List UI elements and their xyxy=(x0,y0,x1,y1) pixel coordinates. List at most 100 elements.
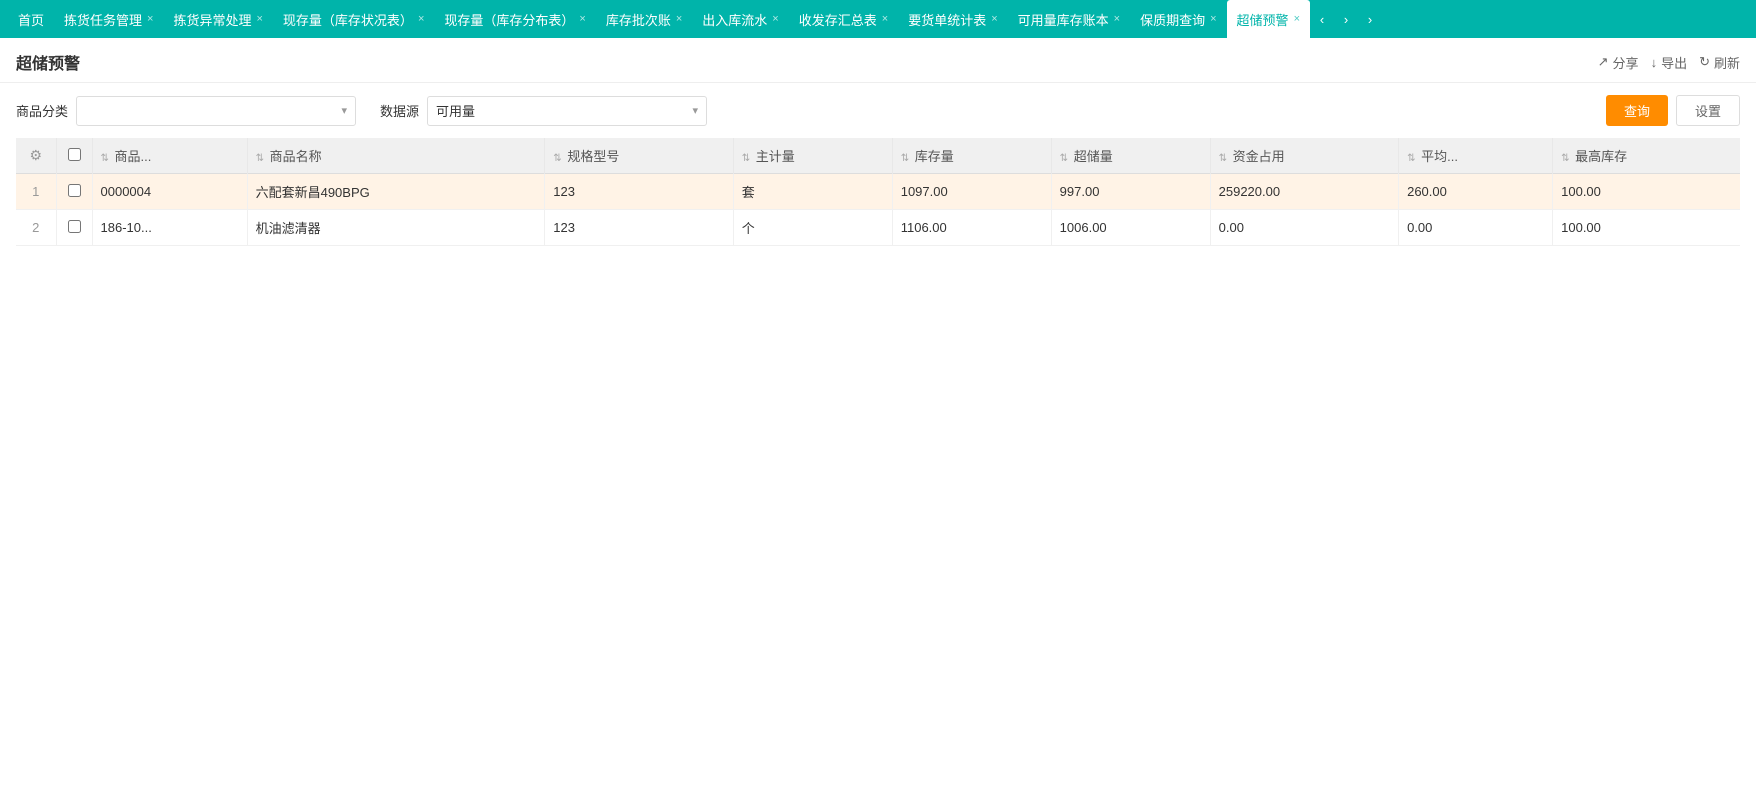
sort-icon: ⇅ xyxy=(1407,153,1415,164)
nav-item-summary[interactable]: 收发存汇总表 × xyxy=(789,0,898,38)
filter-actions: 查询 设置 xyxy=(1606,95,1740,126)
sort-icon: ⇅ xyxy=(101,153,109,164)
sort-icon: ⇅ xyxy=(901,153,909,164)
close-icon[interactable]: × xyxy=(991,13,997,25)
filter-category: 商品分类 ▾ xyxy=(16,96,356,126)
share-icon: ↗ xyxy=(1598,54,1609,70)
page-header: 超储预警 ↗ 分享 ↓ 导出 ↻ 刷新 xyxy=(0,38,1756,83)
close-icon[interactable]: × xyxy=(1210,13,1216,25)
export-icon: ↓ xyxy=(1651,55,1658,70)
row-unit: 个 xyxy=(733,210,892,246)
row-avg: 260.00 xyxy=(1399,174,1553,210)
row-spec: 123 xyxy=(545,210,733,246)
row-code: 186-10... xyxy=(92,210,247,246)
refresh-icon: ↻ xyxy=(1699,54,1710,70)
column-stock[interactable]: ⇅ 库存量 xyxy=(892,138,1051,174)
close-icon[interactable]: × xyxy=(147,13,153,25)
row-name: 六配套新昌490BPG xyxy=(247,174,545,210)
sort-icon: ⇅ xyxy=(1060,153,1068,164)
category-label: 商品分类 xyxy=(16,101,68,120)
share-button[interactable]: ↗ 分享 xyxy=(1598,53,1639,72)
row-maxstock: 100.00 xyxy=(1553,210,1740,246)
row-stock: 1097.00 xyxy=(892,174,1051,210)
row-overstock: 997.00 xyxy=(1051,174,1210,210)
table-row: 2 186-10... 机油滤清器 123 个 1106.00 1006.00 … xyxy=(16,210,1740,246)
nav-next-arrow[interactable]: › xyxy=(1334,0,1358,38)
sort-icon: ⇅ xyxy=(1219,153,1227,164)
sort-icon: ⇅ xyxy=(256,153,264,164)
close-icon[interactable]: × xyxy=(1294,13,1300,25)
table-body: 1 0000004 六配套新昌490BPG 123 套 1097.00 997.… xyxy=(16,174,1740,246)
data-table: ⚙ ⇅ 商品... ⇅ 商品名称 ⇅ 规格型号 xyxy=(16,138,1740,246)
nav-item-home[interactable]: 首页 xyxy=(8,0,54,38)
row-checkbox-cell[interactable] xyxy=(56,174,92,210)
row-num: 2 xyxy=(16,210,56,246)
nav-item-pick-exception[interactable]: 拣货异常处理 × xyxy=(163,0,272,38)
sort-icon: ⇅ xyxy=(1561,153,1569,164)
row-spec: 123 xyxy=(545,174,733,210)
nav-item-overstock[interactable]: 超储预警 × xyxy=(1227,0,1310,38)
settings-button[interactable]: 设置 xyxy=(1676,95,1740,126)
category-select[interactable]: ▾ xyxy=(76,96,356,126)
row-code: 0000004 xyxy=(92,174,247,210)
select-all-checkbox[interactable] xyxy=(68,148,81,161)
column-select-all[interactable] xyxy=(56,138,92,174)
row-capital: 259220.00 xyxy=(1210,174,1398,210)
nav-item-available[interactable]: 可用量库存账本 × xyxy=(1008,0,1130,38)
close-icon[interactable]: × xyxy=(882,13,888,25)
gear-icon[interactable]: ⚙ xyxy=(29,147,42,164)
close-icon[interactable]: × xyxy=(1114,13,1120,25)
column-settings[interactable]: ⚙ xyxy=(16,138,56,174)
column-maxstock[interactable]: ⇅ 最高库存 xyxy=(1553,138,1740,174)
row-checkbox-cell[interactable] xyxy=(56,210,92,246)
row-unit: 套 xyxy=(733,174,892,210)
close-icon[interactable]: × xyxy=(579,13,585,25)
row-maxstock: 100.00 xyxy=(1553,174,1740,210)
sort-icon: ⇅ xyxy=(553,153,561,164)
column-unit[interactable]: ⇅ 主计量 xyxy=(733,138,892,174)
export-button[interactable]: ↓ 导出 xyxy=(1651,53,1688,72)
row-name: 机油滤清器 xyxy=(247,210,545,246)
table-row: 1 0000004 六配套新昌490BPG 123 套 1097.00 997.… xyxy=(16,174,1740,210)
refresh-button[interactable]: ↻ 刷新 xyxy=(1699,53,1740,72)
nav-bar: 首页 拣货任务管理 × 拣货异常处理 × 现存量（库存状况表） × 现存量（库存… xyxy=(0,0,1756,38)
close-icon[interactable]: × xyxy=(676,13,682,25)
row-stock: 1106.00 xyxy=(892,210,1051,246)
close-icon[interactable]: × xyxy=(256,13,262,25)
nav-item-batch[interactable]: 库存批次账 × xyxy=(596,0,692,38)
nav-prev-arrow[interactable]: ‹ xyxy=(1310,0,1334,38)
column-code[interactable]: ⇅ 商品... xyxy=(92,138,247,174)
nav-item-expiry[interactable]: 保质期查询 × xyxy=(1130,0,1226,38)
page-title: 超储预警 xyxy=(16,50,80,74)
nav-item-stock-status[interactable]: 现存量（库存状况表） × xyxy=(273,0,434,38)
row-checkbox[interactable] xyxy=(68,184,81,197)
datasource-label: 数据源 xyxy=(380,101,419,120)
sort-icon: ⇅ xyxy=(742,153,750,164)
close-icon[interactable]: × xyxy=(772,13,778,25)
chevron-down-icon: ▾ xyxy=(341,104,347,117)
row-checkbox[interactable] xyxy=(68,220,81,233)
nav-item-pick-task[interactable]: 拣货任务管理 × xyxy=(54,0,163,38)
datasource-select[interactable]: 可用量 ▾ xyxy=(427,96,707,126)
column-avg[interactable]: ⇅ 平均... xyxy=(1399,138,1553,174)
column-capital[interactable]: ⇅ 资金占用 xyxy=(1210,138,1398,174)
nav-item-stock-dist[interactable]: 现存量（库存分布表） × xyxy=(434,0,595,38)
column-spec[interactable]: ⇅ 规格型号 xyxy=(545,138,733,174)
nav-item-requisition[interactable]: 要货单统计表 × xyxy=(898,0,1007,38)
header-actions: ↗ 分享 ↓ 导出 ↻ 刷新 xyxy=(1598,53,1740,72)
query-button[interactable]: 查询 xyxy=(1606,95,1668,126)
datasource-value: 可用量 xyxy=(436,101,475,120)
nav-more-arrow[interactable]: › xyxy=(1358,0,1382,38)
table-header-row: ⚙ ⇅ 商品... ⇅ 商品名称 ⇅ 规格型号 xyxy=(16,138,1740,174)
table-container: ⚙ ⇅ 商品... ⇅ 商品名称 ⇅ 规格型号 xyxy=(0,138,1756,246)
close-icon[interactable]: × xyxy=(418,13,424,25)
row-capital: 0.00 xyxy=(1210,210,1398,246)
column-overstock[interactable]: ⇅ 超储量 xyxy=(1051,138,1210,174)
column-name[interactable]: ⇅ 商品名称 xyxy=(247,138,545,174)
filter-datasource: 数据源 可用量 ▾ xyxy=(380,96,707,126)
chevron-down-icon: ▾ xyxy=(693,104,699,117)
nav-item-inout-flow[interactable]: 出入库流水 × xyxy=(692,0,788,38)
row-avg: 0.00 xyxy=(1399,210,1553,246)
row-overstock: 1006.00 xyxy=(1051,210,1210,246)
filter-bar: 商品分类 ▾ 数据源 可用量 ▾ 查询 设置 xyxy=(0,83,1756,138)
